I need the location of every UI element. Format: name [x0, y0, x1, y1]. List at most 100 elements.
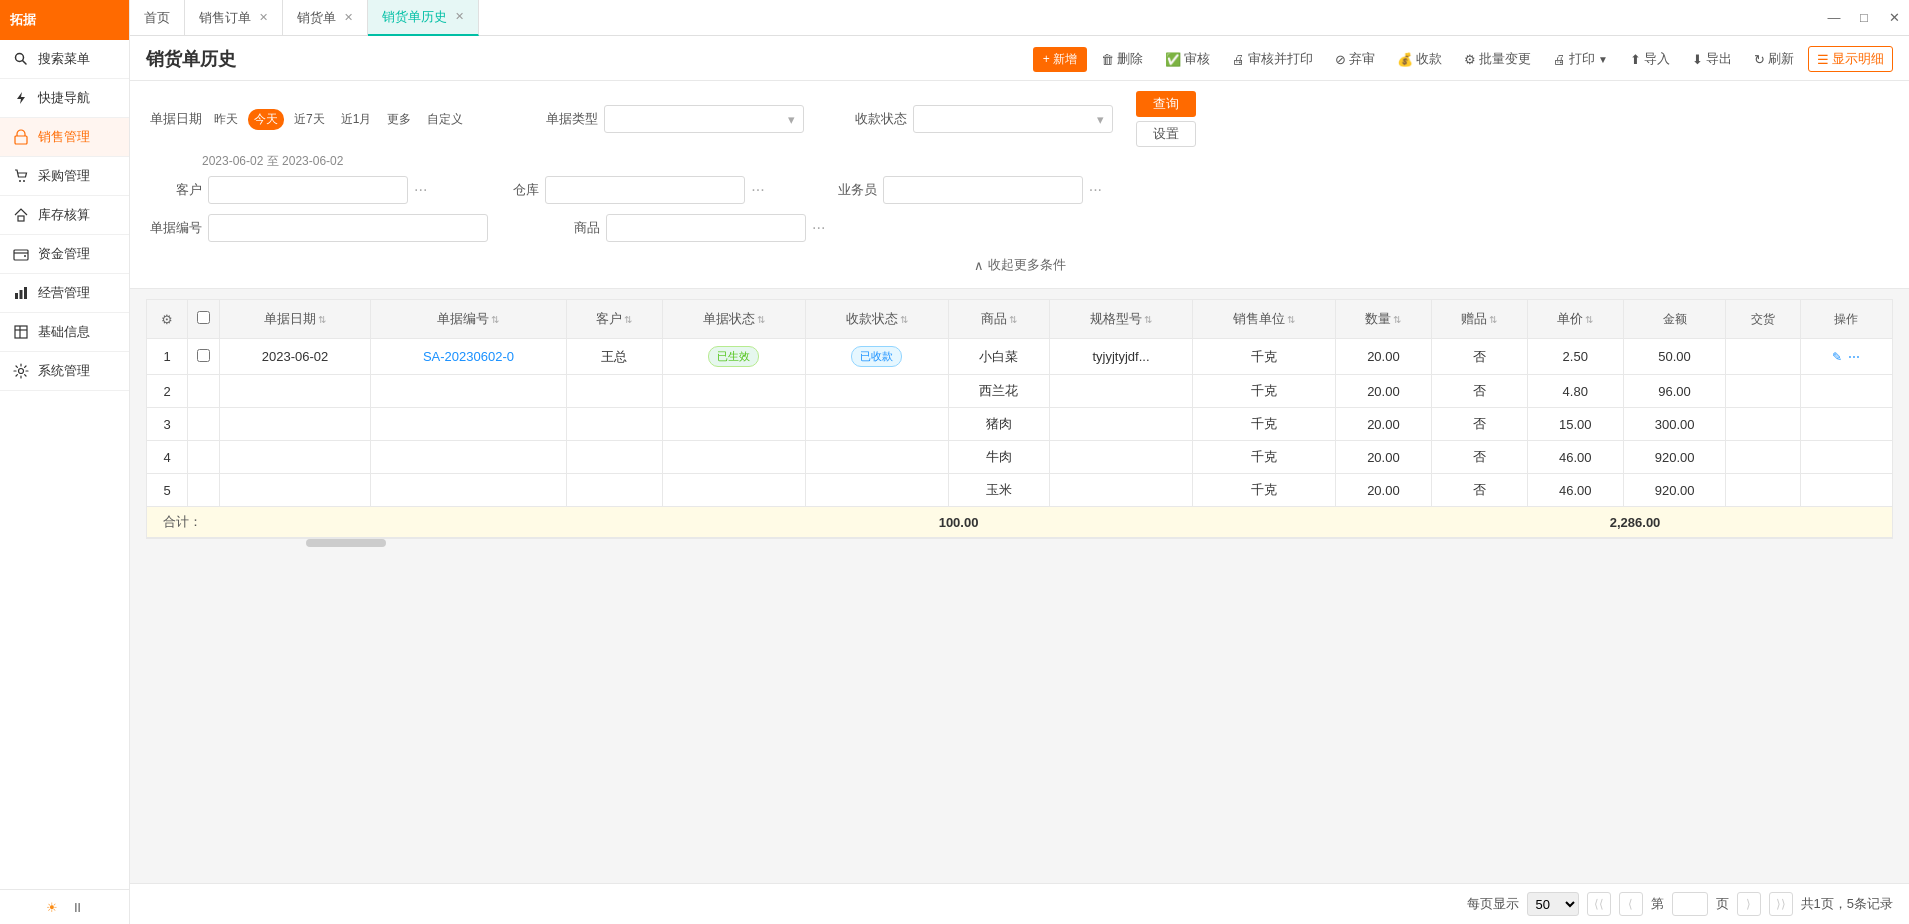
abandon-button[interactable]: ⊘ 弃审: [1327, 46, 1383, 72]
page-number-input[interactable]: 1: [1672, 892, 1708, 916]
sidebar-item-finance[interactable]: 资金管理: [0, 235, 129, 274]
sun-icon[interactable]: ☀: [43, 898, 61, 916]
customer-input[interactable]: [208, 176, 408, 204]
horizontal-scrollbar[interactable]: [146, 538, 1893, 546]
customer-picker-icon[interactable]: ···: [414, 181, 427, 199]
salesperson-label: 业务员: [821, 181, 877, 199]
minimize-button[interactable]: —: [1819, 0, 1849, 36]
more-action-button[interactable]: ⋯: [1845, 350, 1863, 364]
sidebar-item-search-menu[interactable]: 搜索菜单: [0, 40, 129, 79]
cell-qty: 20.00: [1335, 441, 1431, 474]
sort-customer[interactable]: 客户 ⇅: [596, 310, 632, 328]
settings-config-button[interactable]: 设置: [1136, 121, 1196, 147]
sort-qty[interactable]: 数量 ⇅: [1365, 310, 1401, 328]
sidebar: 拓据 搜索菜单 快捷导航 销售管理 采购管理 库存核算 资金管理: [0, 0, 130, 924]
sidebar-item-purchase-mgmt[interactable]: 采购管理: [0, 157, 129, 196]
select-all-checkbox[interactable]: [197, 311, 210, 324]
sort-spec[interactable]: 规格型号 ⇅: [1090, 310, 1152, 328]
close-button[interactable]: ✕: [1879, 0, 1909, 36]
pause-icon[interactable]: ⏸: [69, 898, 87, 916]
audit-button[interactable]: ✅ 审核: [1157, 46, 1218, 72]
filter-area: 单据日期 昨天 今天 近7天 近1月 更多 自定义 单据类型 ▾: [130, 81, 1909, 289]
next-page-button[interactable]: ⟩: [1737, 892, 1761, 916]
goods-input[interactable]: [606, 214, 806, 242]
detail-icon: ☰: [1817, 52, 1829, 67]
doc-number-link[interactable]: SA-20230602-0: [423, 349, 514, 364]
cell-number: [371, 474, 567, 507]
print-button[interactable]: 🖨 打印 ▼: [1545, 46, 1616, 72]
print-dropdown-icon: ▼: [1598, 54, 1608, 65]
tab-sales-order-close[interactable]: ✕: [259, 11, 268, 24]
sort-unit[interactable]: 销售单位 ⇅: [1233, 310, 1295, 328]
sort-number-icon: ⇅: [491, 314, 499, 325]
batch-change-button[interactable]: ⚙ 批量变更: [1456, 46, 1539, 72]
delete-button[interactable]: 🗑 删除: [1093, 46, 1151, 72]
cell-gift: 否: [1431, 375, 1527, 408]
sort-number[interactable]: 单据编号 ⇅: [437, 310, 499, 328]
collapse-button[interactable]: ∧ 收起更多条件: [974, 252, 1066, 278]
print-icon: 🖨: [1553, 52, 1566, 67]
table-row: 3 猪肉 千克 20.00 否 15.00 300.00: [147, 408, 1893, 441]
date-more[interactable]: 更多: [381, 109, 417, 130]
total-info: 共1页，5条记录: [1801, 895, 1893, 913]
search-icon: [12, 50, 30, 68]
show-detail-button[interactable]: ☰ 显示明细: [1808, 46, 1893, 72]
import-button[interactable]: ⬆ 导入: [1622, 46, 1678, 72]
collect-button[interactable]: 💰 收款: [1389, 46, 1450, 72]
sidebar-item-operations[interactable]: 经营管理: [0, 274, 129, 313]
refresh-button[interactable]: ↻ 刷新: [1746, 46, 1802, 72]
cell-spec: [1049, 375, 1192, 408]
date-yesterday[interactable]: 昨天: [208, 109, 244, 130]
sidebar-item-basic-info[interactable]: 基础信息: [0, 313, 129, 352]
sidebar-item-inventory[interactable]: 库存核算: [0, 196, 129, 235]
new-button[interactable]: + 新增: [1033, 47, 1087, 72]
maximize-button[interactable]: □: [1849, 0, 1879, 36]
sort-doc-status[interactable]: 单据状态 ⇅: [703, 310, 765, 328]
query-button[interactable]: 查询: [1136, 91, 1196, 117]
goods-picker-icon[interactable]: ···: [812, 219, 825, 237]
doc-number-input[interactable]: [208, 214, 488, 242]
date-custom[interactable]: 自定义: [421, 109, 469, 130]
sidebar-item-sales-mgmt[interactable]: 销售管理: [0, 118, 129, 157]
export-button[interactable]: ⬇ 导出: [1684, 46, 1740, 72]
sort-goods[interactable]: 商品 ⇅: [981, 310, 1017, 328]
tab-sales-goods-close[interactable]: ✕: [344, 11, 353, 24]
salesperson-input[interactable]: [883, 176, 1083, 204]
sort-price[interactable]: 单价 ⇅: [1557, 310, 1593, 328]
row-checkbox[interactable]: [197, 349, 210, 362]
sidebar-item-system[interactable]: 系统管理: [0, 352, 129, 391]
tab-sales-order[interactable]: 销售订单 ✕: [185, 0, 283, 36]
audit-print-button[interactable]: 🖨 审核并打印: [1224, 46, 1321, 72]
sort-collect-status[interactable]: 收款状态 ⇅: [846, 310, 908, 328]
svg-point-5: [23, 180, 25, 182]
edit-action-button[interactable]: ✎: [1829, 350, 1845, 364]
audit-print-icon: 🖨: [1232, 52, 1245, 67]
sort-date[interactable]: 单据日期 ⇅: [264, 310, 326, 328]
first-page-button[interactable]: ⟨⟨: [1587, 892, 1611, 916]
last-page-button[interactable]: ⟩⟩: [1769, 892, 1793, 916]
doc-type-select[interactable]: [604, 105, 804, 133]
salesperson-picker-icon[interactable]: ···: [1089, 181, 1102, 199]
tab-home[interactable]: 首页: [130, 0, 185, 36]
svg-rect-10: [20, 290, 23, 299]
collect-status-select[interactable]: [913, 105, 1113, 133]
sort-gift[interactable]: 赠品 ⇅: [1461, 310, 1497, 328]
table-settings-icon[interactable]: ⚙: [155, 307, 179, 331]
per-page-select[interactable]: 50 20 100: [1527, 892, 1579, 916]
sidebar-item-quick-nav[interactable]: 快捷导航: [0, 79, 129, 118]
date-1month[interactable]: 近1月: [335, 109, 378, 130]
prev-page-button[interactable]: ⟨: [1619, 892, 1643, 916]
th-checkbox: [188, 300, 220, 339]
tab-sales-history-close[interactable]: ✕: [455, 10, 464, 23]
collect-status-badge: 已收款: [851, 346, 902, 367]
date-today[interactable]: 今天: [248, 109, 284, 130]
scroll-thumb[interactable]: [306, 539, 386, 547]
tab-sales-goods[interactable]: 销货单 ✕: [283, 0, 368, 36]
date-7days[interactable]: 近7天: [288, 109, 331, 130]
warehouse-input[interactable]: [545, 176, 745, 204]
cell-price: 2.50: [1527, 339, 1623, 375]
page-title: 销货单历史: [146, 47, 236, 71]
tab-sales-history[interactable]: 销货单历史 ✕: [368, 0, 479, 36]
warehouse-picker-icon[interactable]: ···: [751, 181, 764, 199]
cell-number: [371, 441, 567, 474]
